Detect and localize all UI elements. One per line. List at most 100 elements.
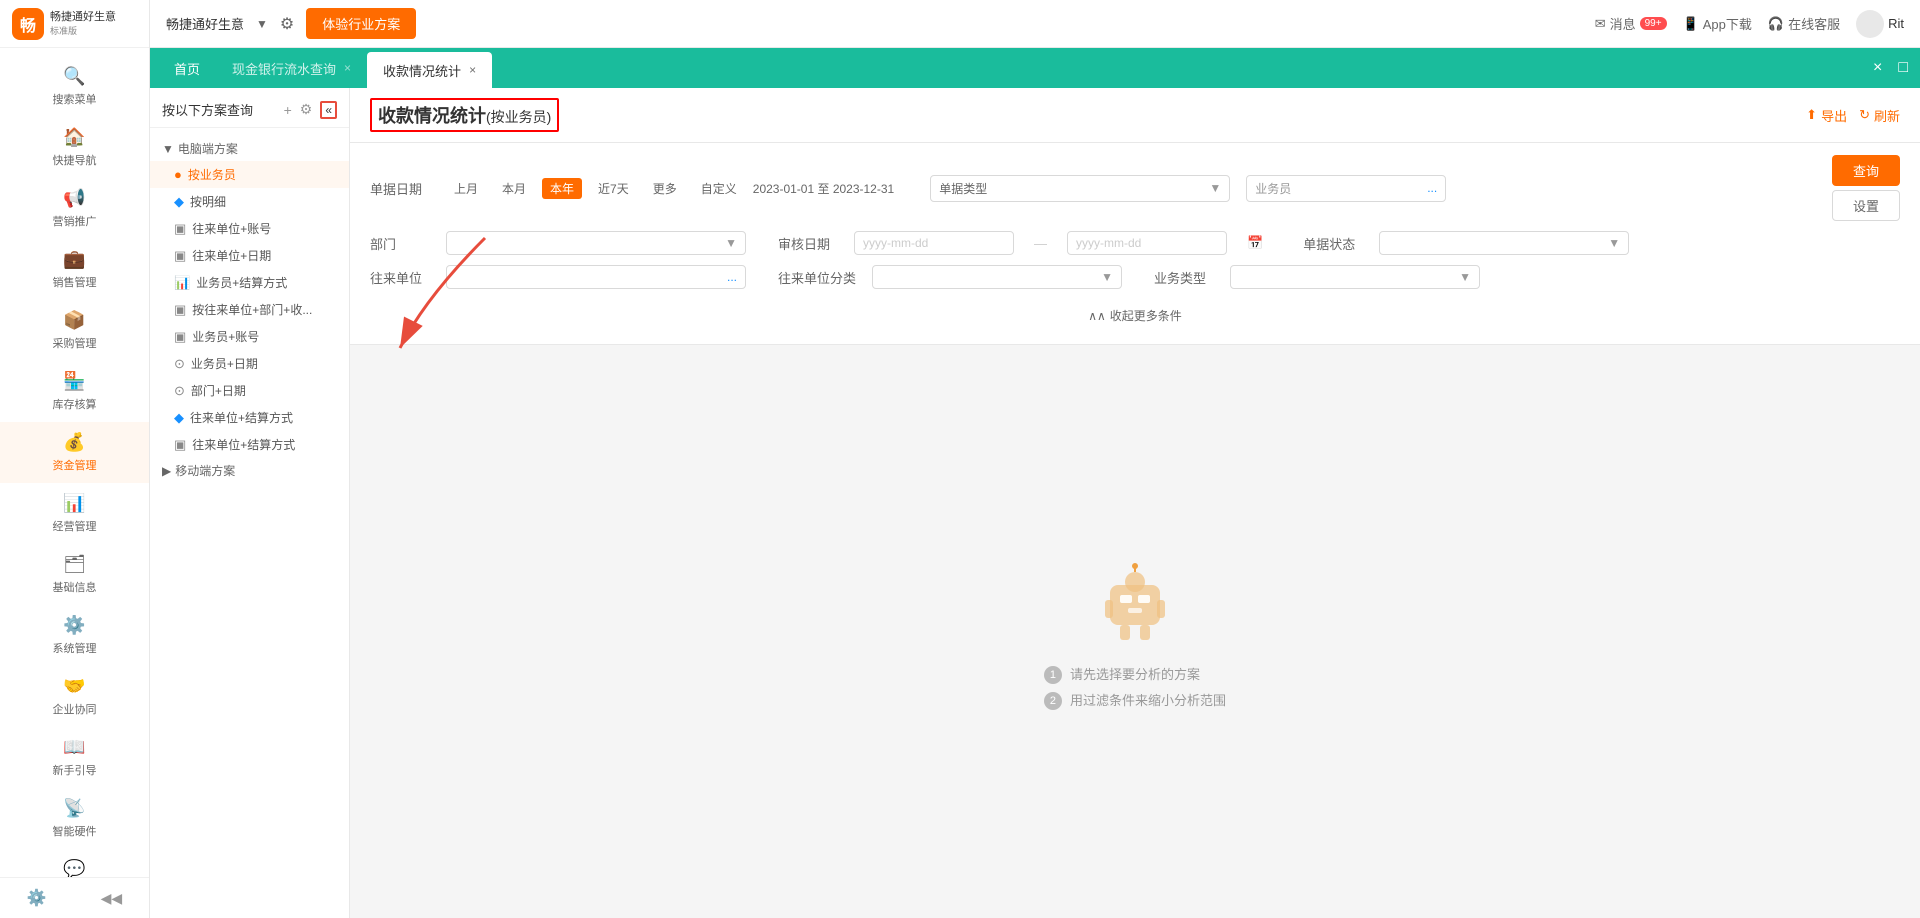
dept-arrow: ▼ <box>725 236 737 250</box>
avatar <box>1856 10 1884 38</box>
review-date-start-input[interactable]: yyyy-mm-dd <box>854 231 1014 255</box>
plan-item-partner-settlement1[interactable]: ◆ 往来单位+结算方式 <box>150 404 349 431</box>
staff-more-icon[interactable]: ... <box>1427 181 1437 195</box>
filter-date-label: 单据日期 <box>370 179 430 198</box>
date-btn-more[interactable]: 更多 <box>645 178 685 199</box>
sidebar-collapse-icon[interactable]: ◀◀ <box>101 890 123 907</box>
sidebar-item-finance[interactable]: 💰 资金管理 <box>0 422 149 483</box>
collapse-bar[interactable]: ∧∧ 收起更多条件 <box>370 299 1900 332</box>
empty-step-2: 2 用过滤条件来缩小分析范围 <box>1044 688 1226 714</box>
refresh-icon: ↻ <box>1859 107 1870 123</box>
sidebar-item-purchase[interactable]: 📦 采购管理 <box>0 300 149 361</box>
app-download-button[interactable]: 📱 App下载 <box>1683 14 1752 33</box>
panel-collapse-button[interactable]: « <box>320 101 337 119</box>
sidebar-label-basic: 基础信息 <box>53 579 97 595</box>
sidebar-label-enterprise: 企业协同 <box>53 701 97 717</box>
partner-category-select[interactable]: ▼ <box>872 265 1122 289</box>
date-btn-last-month[interactable]: 上月 <box>446 178 486 199</box>
plan-item-staff-account[interactable]: ▣ 业务员+账号 <box>150 323 349 350</box>
online-service-button[interactable]: 🎧 在线客服 <box>1768 14 1840 33</box>
tab-bank-close[interactable]: × <box>344 61 351 75</box>
left-panel-header: 按以下方案查询 + ⚙ « <box>150 88 349 128</box>
sidebar-item-search[interactable]: 🔍 搜索菜单 <box>0 56 149 117</box>
plan-item-label-pd: 往来单位+日期 <box>192 247 271 264</box>
topbar-dropdown[interactable]: ▼ <box>256 17 268 31</box>
plan-item-label-sd: 业务员+日期 <box>191 355 258 372</box>
tab-bank[interactable]: 现金银行流水查询 × <box>216 48 367 88</box>
empty-state: 1 请先选择要分析的方案 2 用过滤条件来缩小分析范围 <box>1044 550 1226 714</box>
date-range-display: 2023-01-01 至 2023-12-31 <box>753 180 894 197</box>
sidebar-item-wechat[interactable]: 💬 企业微信 <box>0 849 149 877</box>
staff-select[interactable]: 业务员 ... <box>1246 175 1446 202</box>
message-icon: ✉ <box>1595 16 1606 32</box>
date-btn-custom[interactable]: 自定义 <box>693 178 745 199</box>
plan-item-partner-date[interactable]: ▣ 往来单位+日期 <box>150 242 349 269</box>
plan-item-partner-account[interactable]: ▣ 往来单位+账号 <box>150 215 349 242</box>
sidebar: 畅 畅捷通好生意 标准版 🔍 搜索菜单 🏠 快捷导航 📢 营销推广 💼 销售管理 <box>0 0 150 918</box>
page-title-area: 收款情况统计(按业务员) <box>370 98 559 132</box>
trial-button[interactable]: 体验行业方案 <box>306 8 416 39</box>
step-num-2: 2 <box>1044 692 1062 710</box>
date-btn-7days[interactable]: 近7天 <box>590 178 637 199</box>
sidebar-item-guide[interactable]: 📖 新手引导 <box>0 727 149 788</box>
plan-item-staff-settlement[interactable]: 📊 业务员+结算方式 <box>150 269 349 296</box>
window-close-icon[interactable]: × <box>1869 55 1886 81</box>
user-area[interactable]: Rit <box>1856 10 1904 38</box>
topbar-gear-icon[interactable]: ⚙ <box>280 14 294 34</box>
topbar-breadcrumb: 畅捷通好生意 <box>166 14 244 33</box>
partner-more-icon[interactable]: ... <box>727 270 737 284</box>
sidebar-item-enterprise[interactable]: 🤝 企业协同 <box>0 666 149 727</box>
biz-type-select[interactable]: ▼ <box>1230 265 1480 289</box>
date-btn-this-year[interactable]: 本年 <box>542 178 582 199</box>
filter-date-group: 上月 本月 本年 近7天 更多 自定义 2023-01-01 至 2023-12… <box>446 178 894 199</box>
plan-item-dept-date[interactable]: ⊙ 部门+日期 <box>150 377 349 404</box>
doc-status-select[interactable]: ▼ <box>1379 231 1629 255</box>
refresh-label: 刷新 <box>1874 106 1900 125</box>
sidebar-item-business[interactable]: 📊 经营管理 <box>0 483 149 544</box>
plan-item-icon-ps1: ◆ <box>174 410 184 426</box>
plan-item-by-partner-dept[interactable]: ▣ 按往来单位+部门+收... <box>150 296 349 323</box>
refresh-button[interactable]: ↻ 刷新 <box>1859 106 1900 125</box>
partner-select[interactable]: ... <box>446 265 746 289</box>
sidebar-item-quicknav[interactable]: 🏠 快捷导航 <box>0 117 149 178</box>
tab-receipt[interactable]: 收款情况统计 × <box>367 52 492 88</box>
export-label: 导出 <box>1821 106 1847 125</box>
plan-item-label-pa: 往来单位+账号 <box>192 220 271 237</box>
review-date-end-input[interactable]: yyyy-mm-dd <box>1067 231 1227 255</box>
date-btn-this-month[interactable]: 本月 <box>494 178 534 199</box>
query-button[interactable]: 查询 <box>1832 155 1900 186</box>
plan-settings-button[interactable]: ⚙ <box>300 101 313 118</box>
sidebar-item-basic[interactable]: 🗂 基础信息 <box>0 544 149 605</box>
tab-bar: 首页 现金银行流水查询 × 收款情况统计 × × □ <box>150 48 1920 88</box>
content-area: 1 请先选择要分析的方案 2 用过滤条件来缩小分析范围 <box>350 345 1920 918</box>
tab-home[interactable]: 首页 <box>158 48 216 88</box>
plan-item-by-detail[interactable]: ◆ 按明细 <box>150 188 349 215</box>
filter-biz-type-label: 业务类型 <box>1154 268 1214 287</box>
sidebar-item-sales[interactable]: 💼 销售管理 <box>0 239 149 300</box>
message-button[interactable]: ✉ 消息 99+ <box>1595 14 1667 33</box>
plan-item-by-staff[interactable]: ● 按业务员 <box>150 161 349 188</box>
sidebar-item-inventory[interactable]: 🏪 库存核算 <box>0 361 149 422</box>
plan-group-mobile-label: 移动端方案 <box>175 462 235 479</box>
plan-item-label-ss: 业务员+结算方式 <box>196 274 287 291</box>
plan-item-staff-date[interactable]: ⊙ 业务员+日期 <box>150 350 349 377</box>
plan-group-mobile-header[interactable]: ▶ 移动端方案 <box>150 458 349 483</box>
export-button[interactable]: ⬆ 导出 <box>1806 106 1847 125</box>
sidebar-item-hardware[interactable]: 📡 智能硬件 <box>0 788 149 849</box>
window-max-icon[interactable]: □ <box>1894 55 1912 81</box>
step-num-1: 1 <box>1044 666 1062 684</box>
sidebar-item-marketing[interactable]: 📢 营销推广 <box>0 178 149 239</box>
sidebar-settings-icon[interactable]: ⚙️ <box>27 888 47 908</box>
tab-receipt-close[interactable]: × <box>469 63 476 77</box>
service-label: 在线客服 <box>1788 14 1840 33</box>
logo-icon: 畅 <box>12 8 44 40</box>
plan-item-partner-settlement2[interactable]: ▣ 往来单位+结算方式 <box>150 431 349 458</box>
doc-type-select[interactable]: 单据类型 ▼ <box>930 175 1230 202</box>
filter-settings-button[interactable]: 设置 <box>1832 190 1900 221</box>
calendar-icon-start[interactable]: 📅 <box>1247 235 1263 251</box>
plan-item-label-detail: 按明细 <box>190 193 226 210</box>
dept-select[interactable]: ▼ <box>446 231 746 255</box>
sidebar-item-system[interactable]: ⚙️ 系统管理 <box>0 605 149 666</box>
add-plan-button[interactable]: + <box>284 102 292 118</box>
plan-group-desktop-header[interactable]: ▼ 电脑端方案 <box>150 136 349 161</box>
